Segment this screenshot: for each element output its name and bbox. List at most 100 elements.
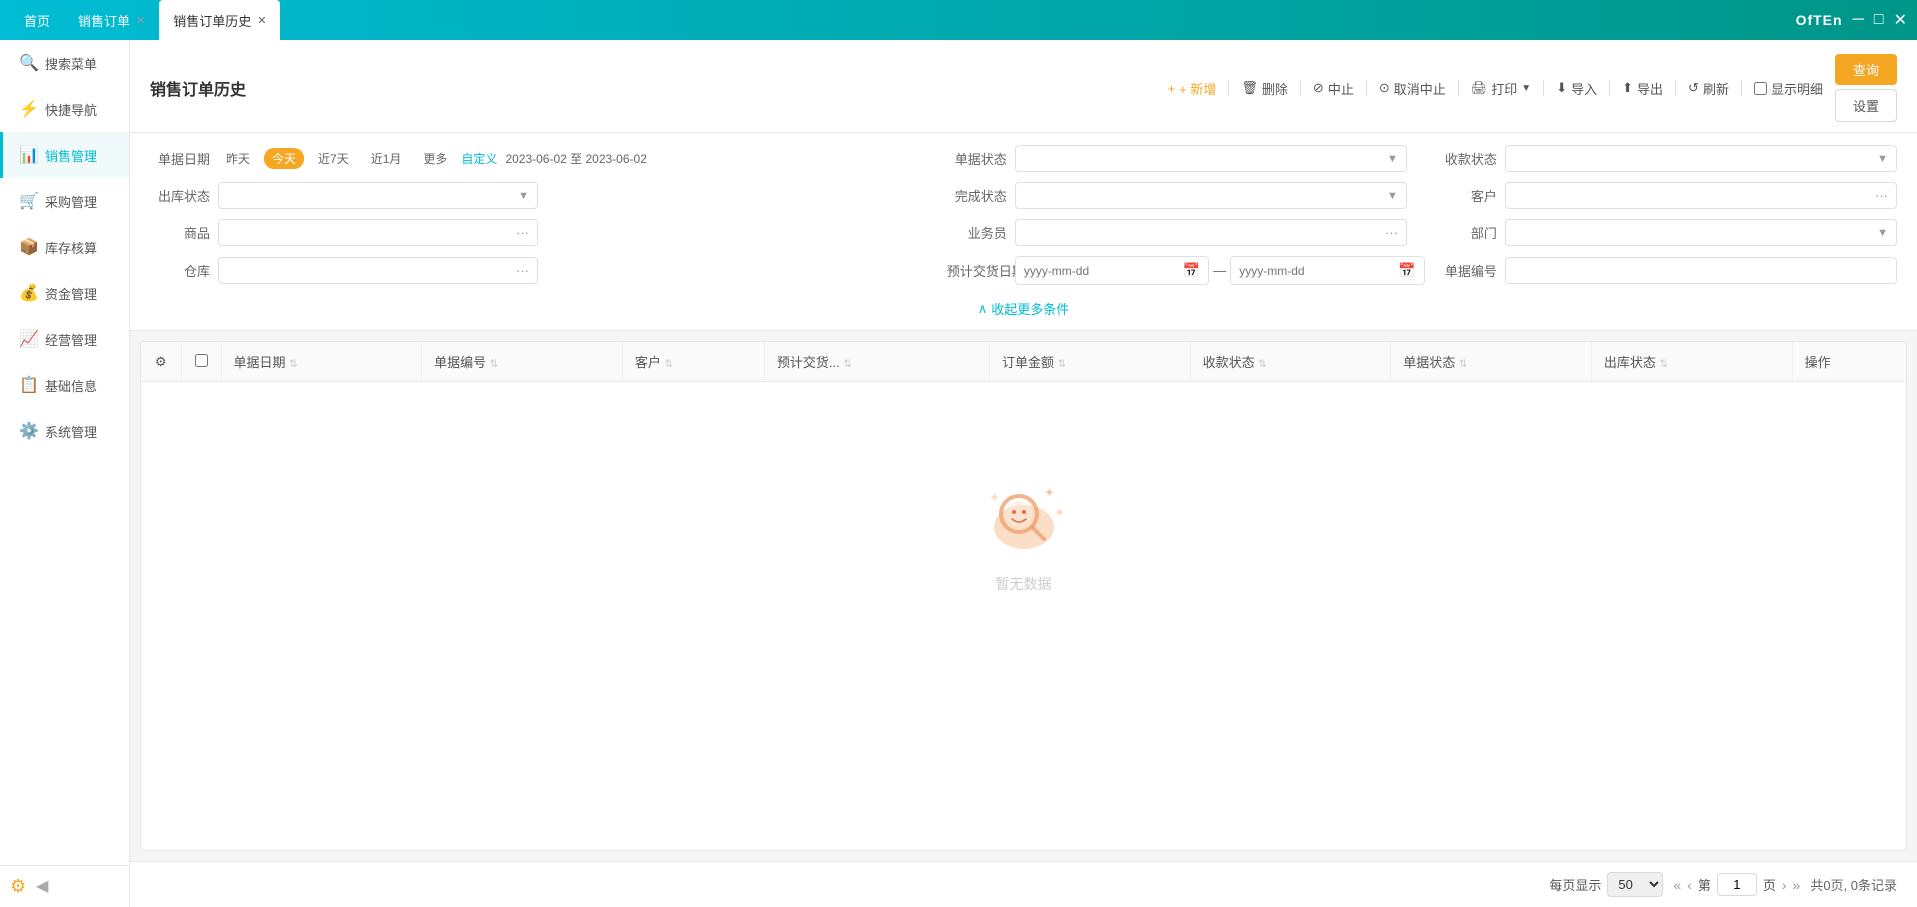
filter-row-3: 商品 ··· 业务员 ··· 部门 — [150, 219, 1897, 246]
filter-out-status: 出库状态 ▼ — [150, 182, 917, 209]
complete-status-input[interactable] — [1024, 188, 1381, 203]
settings-bottom-icon[interactable]: ⚙ — [10, 876, 26, 897]
sort-date-icon[interactable]: ⇅ — [289, 359, 297, 370]
sidebar-item-search-menu[interactable]: 🔍 搜索菜单 — [0, 40, 129, 86]
tab-sales-order[interactable]: 销售订单 ✕ — [64, 0, 159, 40]
sort-amount-icon[interactable]: ⇅ — [1058, 359, 1066, 370]
customer-control[interactable]: ··· — [1505, 182, 1897, 209]
sidebar-item-finance[interactable]: 💰 资金管理 — [0, 270, 129, 316]
stop-button[interactable]: ⊘ 中止 — [1313, 79, 1354, 98]
receipt-status-control[interactable]: ▼ — [1505, 145, 1897, 172]
bill-status-arrow: ▼ — [1387, 153, 1398, 165]
delivery-end-input[interactable] — [1239, 264, 1394, 278]
sort-delivery-icon[interactable]: ⇅ — [843, 359, 851, 370]
settings-button[interactable]: 设置 — [1835, 89, 1897, 122]
print-icon: 🖨 — [1471, 80, 1488, 96]
out-status-control[interactable]: ▼ — [218, 182, 538, 209]
tab-home[interactable]: 首页 — [10, 0, 64, 40]
table-settings-icon[interactable]: ⚙ — [155, 354, 167, 369]
import-button[interactable]: ⬇ 导入 — [1556, 79, 1597, 98]
page-size-select[interactable]: 10 20 50 100 — [1607, 872, 1663, 897]
salesperson-label: 业务员 — [947, 223, 1007, 242]
bill-status-input[interactable] — [1024, 151, 1381, 166]
warehouse-input[interactable] — [227, 263, 510, 278]
select-all-checkbox[interactable] — [195, 354, 208, 367]
bill-status-control[interactable]: ▼ — [1015, 145, 1407, 172]
dept-input[interactable] — [1514, 225, 1871, 240]
salesperson-control[interactable]: ··· — [1015, 219, 1407, 246]
sidebar-item-operations[interactable]: 📈 经营管理 — [0, 316, 129, 362]
collapse-sidebar-icon[interactable]: ◀ — [36, 876, 48, 897]
calendar-start-icon[interactable]: 📅 — [1183, 262, 1200, 279]
sort-out-status-icon[interactable]: ⇅ — [1660, 359, 1668, 370]
th-checkbox[interactable] — [181, 342, 221, 382]
out-status-input[interactable] — [227, 188, 512, 203]
print-button[interactable]: 🖨 打印 ▼ — [1471, 79, 1531, 98]
sidebar-item-purchase-mgmt[interactable]: 🛒 采购管理 — [0, 178, 129, 224]
sidebar-item-sales-mgmt[interactable]: 📊 销售管理 — [0, 132, 129, 178]
date-tab-more[interactable]: 更多 — [415, 148, 455, 169]
filter-bill-status: 单据状态 ▼ — [917, 145, 1407, 172]
empty-illustration: ✦ ✦ ✦ — [964, 462, 1084, 562]
maximize-icon[interactable]: □ — [1874, 11, 1884, 29]
delivery-start-control[interactable]: 📅 — [1015, 256, 1209, 285]
export-button[interactable]: ⬆ 导出 — [1622, 79, 1663, 98]
dept-control[interactable]: ▼ — [1505, 219, 1897, 246]
date-tab-yesterday[interactable]: 昨天 — [218, 148, 258, 169]
first-page-button[interactable]: « — [1673, 877, 1681, 893]
tab-sales-order-history[interactable]: 销售订单历史 ✕ — [159, 0, 280, 40]
date-tab-1month[interactable]: 近1月 — [363, 148, 410, 169]
close-icon[interactable]: ✕ — [1894, 10, 1907, 30]
bill-no-input[interactable] — [1514, 263, 1888, 278]
date-filter-control: 昨天 今天 近7天 近1月 更多 自定义 2023-06-02 至 2023-0… — [218, 148, 917, 169]
minimize-icon[interactable]: ─ — [1853, 11, 1864, 29]
query-button[interactable]: 查询 — [1835, 54, 1897, 85]
refresh-button[interactable]: ↺ 刷新 — [1688, 79, 1729, 98]
date-tab-custom[interactable]: 自定义 — [461, 150, 497, 167]
th-bill-status-label: 单据状态 — [1403, 355, 1455, 370]
sort-customer-icon[interactable]: ⇅ — [664, 359, 672, 370]
receipt-status-input[interactable] — [1514, 151, 1871, 166]
warehouse-control[interactable]: ··· — [218, 257, 538, 284]
pagination-bar: 每页显示 10 20 50 100 « ‹ 第 页 › » 共0页, 0条记录 — [130, 861, 1917, 907]
cancel-stop-button[interactable]: ⊙ 取消中止 — [1379, 79, 1446, 98]
add-button[interactable]: + + 新增 — [1168, 79, 1217, 98]
close-tab-sales-order[interactable]: ✕ — [136, 14, 145, 27]
sidebar-item-sys-mgmt[interactable]: ⚙️ 系统管理 — [0, 408, 129, 454]
filter-dept: 部门 ▼ — [1407, 219, 1897, 246]
product-control[interactable]: ··· — [218, 219, 538, 246]
last-page-button[interactable]: » — [1793, 877, 1801, 893]
complete-status-control[interactable]: ▼ — [1015, 182, 1407, 209]
sidebar-item-quick-nav[interactable]: ⚡ 快捷导航 — [0, 86, 129, 132]
close-tab-sales-order-history[interactable]: ✕ — [257, 14, 266, 27]
next-page-button[interactable]: › — [1782, 877, 1787, 893]
bill-no-control[interactable] — [1505, 257, 1897, 284]
table-header: ⚙ 单据日期 ⇅ 单据编号 ⇅ — [141, 342, 1906, 382]
th-settings[interactable]: ⚙ — [141, 342, 181, 382]
sidebar-item-inventory[interactable]: 📦 库存核算 — [0, 224, 129, 270]
th-bill-no-label: 单据编号 — [434, 355, 486, 370]
sort-receipt-icon[interactable]: ⇅ — [1258, 359, 1266, 370]
divider5 — [1543, 80, 1544, 96]
delete-button[interactable]: 🗑 删除 — [1241, 79, 1288, 98]
sort-bill-no-icon[interactable]: ⇅ — [490, 359, 498, 370]
collapse-button[interactable]: ∧ 收起更多条件 — [978, 299, 1070, 318]
salesperson-input[interactable] — [1024, 225, 1379, 240]
delivery-end-control[interactable]: 📅 — [1230, 256, 1424, 285]
sort-bill-status-icon[interactable]: ⇅ — [1459, 359, 1467, 370]
display-toggle[interactable]: 显示明细 — [1754, 79, 1823, 98]
page-number-input[interactable] — [1717, 873, 1757, 896]
sidebar-item-base-info[interactable]: 📋 基础信息 — [0, 362, 129, 408]
date-tab-7days[interactable]: 近7天 — [310, 148, 357, 169]
out-status-label: 出库状态 — [150, 186, 210, 205]
sidebar: 🔍 搜索菜单 ⚡ 快捷导航 📊 销售管理 🛒 采购管理 📦 库存核算 💰 资金管… — [0, 40, 130, 907]
display-toggle-checkbox[interactable] — [1754, 82, 1767, 95]
delivery-start-input[interactable] — [1024, 264, 1179, 278]
warehouse-dots: ··· — [516, 263, 529, 278]
cancel-stop-icon: ⊙ — [1379, 80, 1390, 96]
customer-input[interactable] — [1514, 188, 1869, 203]
prev-page-button[interactable]: ‹ — [1687, 877, 1692, 893]
date-tab-today[interactable]: 今天 — [264, 148, 304, 169]
svg-text:✦: ✦ — [1044, 485, 1055, 500]
product-input[interactable] — [227, 225, 510, 240]
